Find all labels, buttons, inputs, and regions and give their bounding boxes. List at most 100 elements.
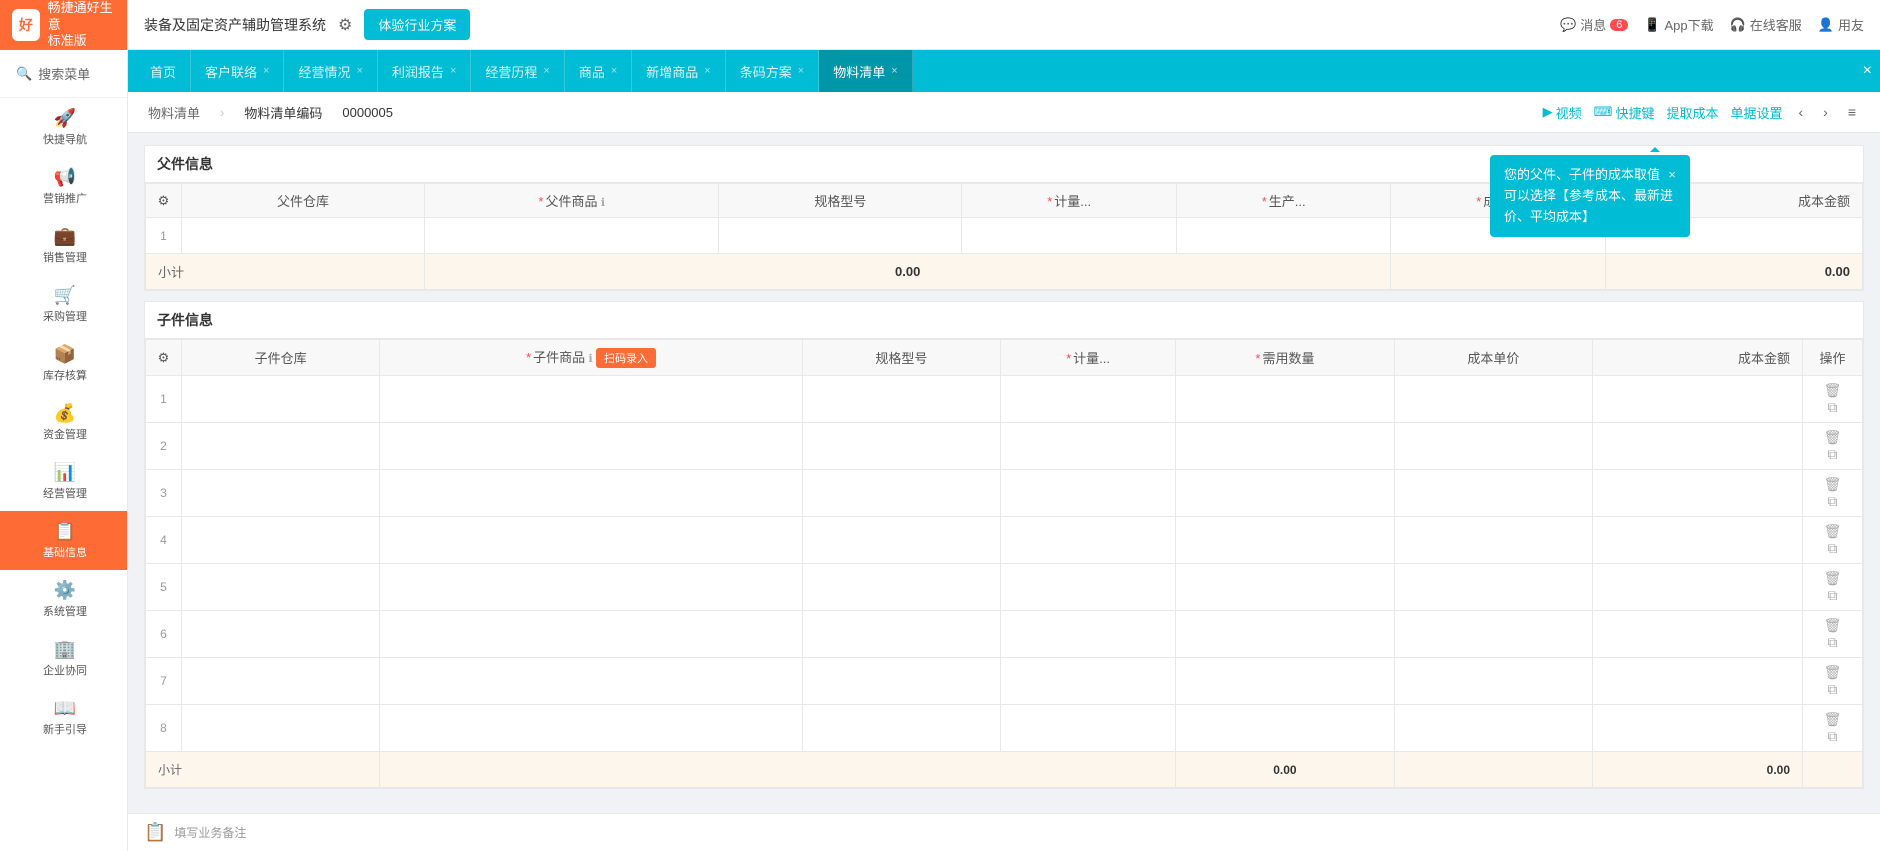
parent-row-1-product[interactable] [425,218,719,254]
tab-operations-history-close[interactable]: × [543,65,549,77]
child-row-7-measure[interactable] [1001,658,1176,705]
tab-operations-status[interactable]: 经营情况 × [284,50,377,92]
online-service-button[interactable]: 🎧 在线客服 [1730,15,1802,34]
child-row-4-delete-button[interactable]: 🗑 [1821,523,1845,540]
child-row-1-delete-button[interactable]: 🗑 [1821,382,1845,399]
child-row-1-measure[interactable] [1001,376,1176,423]
page-prev-button[interactable]: ‹ [1794,102,1807,122]
child-row-5-warehouse[interactable] [182,564,380,611]
scan-input-button[interactable]: 扫码录入 [596,348,656,368]
child-row-3-warehouse[interactable] [182,470,380,517]
child-row-3-quantity[interactable] [1176,470,1395,517]
app-download-button[interactable]: 📱 App下载 [1644,15,1713,34]
child-row-2-measure[interactable] [1001,423,1176,470]
trial-button[interactable]: 体验行业方案 [364,9,470,40]
child-row-7-product[interactable] [380,658,802,705]
sidebar-item-operations[interactable]: 📊 经营管理 [0,452,127,511]
tab-operations-status-close[interactable]: × [356,65,362,77]
sidebar-item-enterprise[interactable]: 🏢 企业协同 [0,629,127,688]
child-row-4-product[interactable] [380,517,802,564]
child-row-2-spec[interactable] [802,423,1000,470]
child-row-8-delete-button[interactable]: 🗑 [1821,711,1845,728]
child-row-5-quantity[interactable] [1176,564,1395,611]
child-row-2-product[interactable] [380,423,802,470]
child-row-1-amount[interactable] [1593,376,1803,423]
sidebar-item-marketing[interactable]: 📢 营销推广 [0,157,127,216]
child-row-3-copy-button[interactable]: ⧉ [1825,493,1841,510]
sidebar-item-purchase[interactable]: 🛒 采购管理 [0,275,127,334]
sidebar-item-quick-nav[interactable]: 🚀 快捷导航 [0,98,127,157]
child-row-4-amount[interactable] [1593,517,1803,564]
tab-operations-history[interactable]: 经营历程 × [471,50,564,92]
child-row-5-spec[interactable] [802,564,1000,611]
child-row-1-copy-button[interactable]: ⧉ [1825,399,1841,416]
child-row-6-amount[interactable] [1593,611,1803,658]
child-row-1-spec[interactable] [802,376,1000,423]
parent-row-1-warehouse[interactable] [182,218,425,254]
child-row-8-product[interactable] [380,705,802,752]
child-row-2-warehouse[interactable] [182,423,380,470]
child-row-7-unit-cost[interactable] [1394,658,1592,705]
child-row-6-warehouse[interactable] [182,611,380,658]
child-row-4-spec[interactable] [802,517,1000,564]
child-row-8-amount[interactable] [1593,705,1803,752]
child-row-2-quantity[interactable] [1176,423,1395,470]
child-row-4-warehouse[interactable] [182,517,380,564]
tab-profit-report[interactable]: 利润报告 × [378,50,471,92]
child-row-7-copy-button[interactable]: ⧉ [1825,681,1841,698]
search-menu-button[interactable]: 🔍 搜索菜单 [8,58,119,89]
parent-row-1-spec[interactable] [719,218,962,254]
child-row-4-measure[interactable] [1001,517,1176,564]
child-row-6-quantity[interactable] [1176,611,1395,658]
sidebar-item-finance[interactable]: 💰 资金管理 [0,393,127,452]
child-row-1-warehouse[interactable] [182,376,380,423]
action-cost[interactable]: 提取成本 [1666,103,1718,122]
child-row-7-warehouse[interactable] [182,658,380,705]
user-button[interactable]: 👤 用友 [1818,15,1864,34]
breadcrumb-parent[interactable]: 物料清单 [148,103,200,122]
child-row-3-delete-button[interactable]: 🗑 [1821,476,1845,493]
child-row-5-delete-button[interactable]: 🗑 [1821,570,1845,587]
tab-products-close[interactable]: × [611,65,617,77]
page-next-button[interactable]: › [1819,102,1832,122]
child-row-6-product[interactable] [380,611,802,658]
tab-bom-list[interactable]: 物料清单 × [819,50,912,92]
child-row-6-delete-button[interactable]: 🗑 [1821,617,1845,634]
tab-barcode-close[interactable]: × [798,65,804,77]
child-row-6-unit-cost[interactable] [1394,611,1592,658]
child-row-1-quantity[interactable] [1176,376,1395,423]
child-row-7-delete-button[interactable]: 🗑 [1821,664,1845,681]
child-row-6-measure[interactable] [1001,611,1176,658]
child-row-7-spec[interactable] [802,658,1000,705]
action-settings[interactable]: 单据设置 [1730,103,1782,122]
child-row-3-product[interactable] [380,470,802,517]
tab-profit-report-close[interactable]: × [450,65,456,77]
close-all-tabs-button[interactable]: × [1863,62,1872,80]
settings-gear-button[interactable]: ⚙ [338,15,352,35]
parent-row-1-measure[interactable] [962,218,1176,254]
child-row-5-amount[interactable] [1593,564,1803,611]
tab-products[interactable]: 商品 × [565,50,632,92]
child-row-8-unit-cost[interactable] [1394,705,1592,752]
footer-hint[interactable]: 填写业务备注 [174,824,246,841]
child-row-8-measure[interactable] [1001,705,1176,752]
child-row-5-product[interactable] [380,564,802,611]
tab-new-product-close[interactable]: × [704,65,710,77]
child-th-settings[interactable]: ⚙ [146,340,182,376]
sidebar-item-guide[interactable]: 📖 新手引导 [0,688,127,747]
child-row-8-warehouse[interactable] [182,705,380,752]
tab-customer-close[interactable]: × [263,65,269,77]
child-row-5-measure[interactable] [1001,564,1176,611]
child-row-2-copy-button[interactable]: ⧉ [1825,446,1841,463]
child-row-2-unit-cost[interactable] [1394,423,1592,470]
tab-home[interactable]: 首页 [136,50,191,92]
child-row-7-quantity[interactable] [1176,658,1395,705]
sidebar-item-inventory[interactable]: 📦 库存核算 [0,334,127,393]
child-row-2-amount[interactable] [1593,423,1803,470]
child-row-3-amount[interactable] [1593,470,1803,517]
child-row-3-spec[interactable] [802,470,1000,517]
sidebar-item-basic-info[interactable]: 📋 基础信息 [0,511,127,570]
action-shortcut[interactable]: ⌨ 快捷键 [1594,103,1655,122]
child-row-1-product[interactable] [380,376,802,423]
sidebar-item-sales[interactable]: 💼 销售管理 [0,216,127,275]
